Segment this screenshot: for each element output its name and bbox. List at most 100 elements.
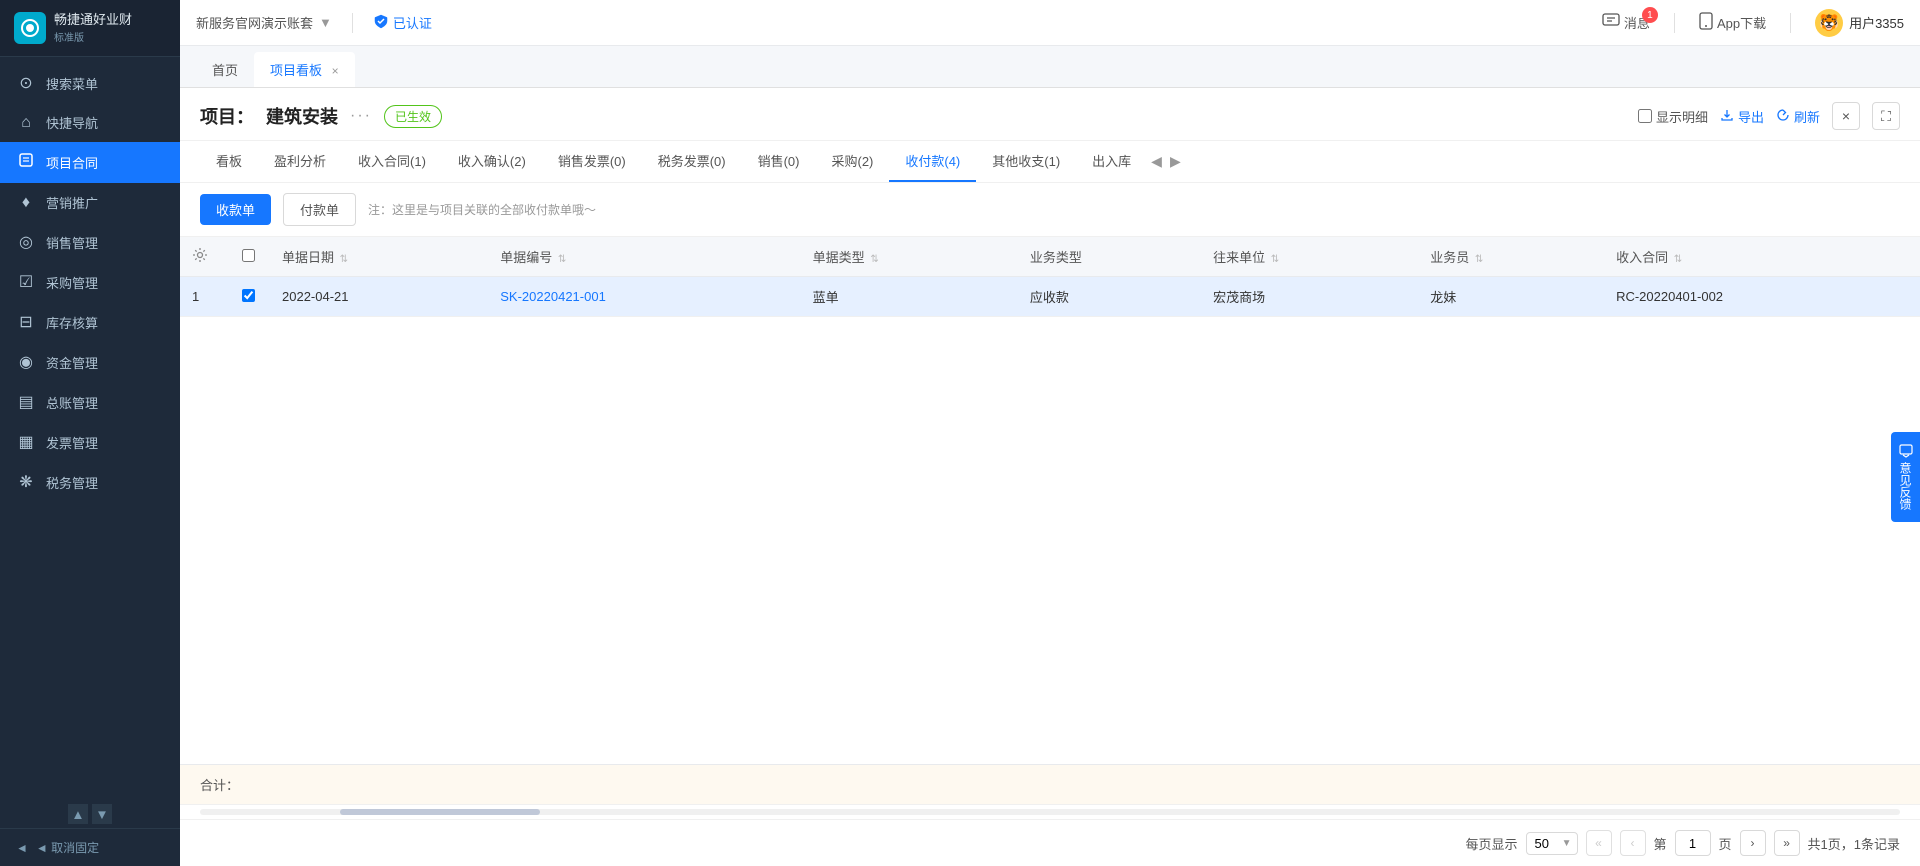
tab-close-icon[interactable]: ×	[332, 64, 339, 78]
sub-tab-sales-invoice[interactable]: 销售发票(0)	[542, 141, 642, 182]
th-checkbox[interactable]	[230, 237, 270, 277]
show-detail-input[interactable]	[1638, 109, 1652, 123]
sub-tab-profit[interactable]: 盈利分析	[258, 141, 342, 182]
tab-home[interactable]: 首页	[196, 52, 254, 87]
tax-icon: ❋	[16, 472, 36, 492]
sidebar-item-inventory[interactable]: ⊟ 库存核算	[0, 302, 180, 342]
user-menu[interactable]: 🐯 用户3355	[1815, 9, 1904, 37]
content-area: 项目： 建筑安装 ··· 已生效 显示明细 导出	[180, 88, 1920, 866]
sidebar-item-project-contract[interactable]: 项目合同	[0, 142, 180, 183]
row-checkbox[interactable]	[242, 289, 255, 302]
last-page-btn[interactable]: »	[1774, 830, 1800, 856]
user-name: 用户3355	[1849, 13, 1904, 32]
th-salesperson[interactable]: 业务员 ⇅	[1418, 237, 1604, 277]
per-page-select-wrapper: 20 50 100 ▼	[1526, 832, 1578, 855]
th-income-contract[interactable]: 收入合同 ⇅	[1604, 237, 1920, 277]
sidebar-item-funds[interactable]: ◉ 资金管理	[0, 342, 180, 382]
status-badge: 已生效	[384, 105, 442, 128]
cancel-fixed-btn[interactable]: ◄ ◄ 取消固定	[0, 828, 180, 866]
page-header-actions: 显示明细 导出	[1638, 102, 1900, 130]
sidebar-item-invoice[interactable]: ▦ 发票管理	[0, 422, 180, 462]
settings-icon	[192, 251, 208, 266]
phone-icon	[1699, 12, 1713, 33]
sort-date-icon: ⇅	[340, 254, 348, 265]
messages-badge: 1	[1642, 7, 1658, 23]
tabbar: 首页 项目看板 ×	[180, 46, 1920, 88]
table-row[interactable]: 1 2022-04-21 SK-20220421-001 蓝单 应收款 宏茂商场…	[180, 277, 1920, 317]
per-page-select[interactable]: 20 50 100	[1526, 832, 1578, 855]
cell-date: 2022-04-21	[270, 277, 488, 317]
show-detail-checkbox[interactable]: 显示明细	[1638, 107, 1708, 126]
sidebar-item-ledger[interactable]: ▤ 总账管理	[0, 382, 180, 422]
sub-tab-board[interactable]: 看板	[200, 141, 258, 182]
th-bill-type[interactable]: 单据类型 ⇅	[801, 237, 1018, 277]
export-btn[interactable]: 导出	[1720, 107, 1764, 126]
export-icon	[1720, 108, 1734, 125]
funds-icon: ◉	[16, 352, 36, 372]
messages-btn[interactable]: 消息 1	[1602, 13, 1650, 32]
sort-salesperson-icon: ⇅	[1475, 254, 1483, 265]
more-options-icon[interactable]: ···	[350, 107, 372, 125]
tab-project-board[interactable]: 项目看板 ×	[254, 52, 355, 87]
account-selector[interactable]: 新服务官网演示账套 ▼	[196, 13, 332, 32]
sidebar-item-label: 搜索菜单	[46, 74, 98, 93]
bill-no-link[interactable]: SK-20220421-001	[500, 289, 606, 304]
sidebar-scroll-down[interactable]: ▼	[92, 804, 112, 824]
sidebar-logo: 畅捷通好业财 标准版	[0, 0, 180, 57]
sidebar-item-purchase[interactable]: ☑ 采购管理	[0, 262, 180, 302]
expand-btn[interactable]: ⛶	[1872, 102, 1900, 130]
pagination: 每页显示 20 50 100 ▼ « ‹ 第 页 › »	[180, 819, 1920, 866]
sub-tab-receipts[interactable]: 收付款(4)	[889, 141, 976, 182]
sidebar: 畅捷通好业财 标准版 ⊙ 搜索菜单 ⌂ 快捷导航 项目合同 ♦ 营销推广	[0, 0, 180, 866]
app-download-btn[interactable]: App下载	[1699, 12, 1766, 33]
th-biz-type[interactable]: 业务类型	[1018, 237, 1201, 277]
table-body: 1 2022-04-21 SK-20220421-001 蓝单 应收款 宏茂商场…	[180, 277, 1920, 317]
th-date[interactable]: 单据日期 ⇅	[270, 237, 488, 277]
sort-billtype-icon: ⇅	[870, 254, 878, 265]
sub-tab-sales[interactable]: 销售(0)	[742, 141, 816, 182]
sub-tab-inout[interactable]: 出入库	[1076, 141, 1147, 182]
data-table: 单据日期 ⇅ 单据编号 ⇅ 单据类型 ⇅ 业务类型	[180, 237, 1920, 317]
sidebar-item-quick-nav[interactable]: ⌂ 快捷导航	[0, 103, 180, 142]
marketing-icon: ♦	[16, 194, 36, 212]
scroll-thumb[interactable]	[340, 809, 540, 815]
table-header-row: 单据日期 ⇅ 单据编号 ⇅ 单据类型 ⇅ 业务类型	[180, 237, 1920, 277]
next-page-btn[interactable]: ›	[1740, 830, 1766, 856]
select-all-checkbox[interactable]	[242, 249, 255, 262]
feedback-btn[interactable]: 意见反馈	[1891, 432, 1920, 522]
current-page-input[interactable]	[1675, 830, 1711, 856]
cell-checkbox[interactable]	[230, 277, 270, 317]
th-bill-no[interactable]: 单据编号 ⇅	[488, 237, 800, 277]
invoice-icon: ▦	[16, 432, 36, 452]
first-page-btn[interactable]: «	[1586, 830, 1612, 856]
sidebar-item-marketing[interactable]: ♦ 营销推广	[0, 183, 180, 222]
account-dropdown-icon[interactable]: ▼	[319, 15, 332, 30]
cell-bill-type: 蓝单	[801, 277, 1018, 317]
prev-page-btn[interactable]: ‹	[1620, 830, 1646, 856]
purchase-icon: ☑	[16, 272, 36, 292]
th-settings[interactable]	[180, 237, 230, 277]
th-partner[interactable]: 往来单位 ⇅	[1201, 237, 1418, 277]
ledger-icon: ▤	[16, 392, 36, 412]
sub-tab-income-confirm[interactable]: 收入确认(2)	[442, 141, 542, 182]
sidebar-item-sales[interactable]: ◎ 销售管理	[0, 222, 180, 262]
payment-filter-btn[interactable]: 付款单	[283, 193, 356, 226]
app-name: 畅捷通好业财	[54, 12, 132, 29]
sub-tab-tax-invoice[interactable]: 税务发票(0)	[642, 141, 742, 182]
per-page-label: 每页显示	[1465, 834, 1517, 853]
scroll-track	[200, 809, 1900, 815]
sub-tab-next-btn[interactable]: ▶	[1166, 149, 1185, 174]
topbar: 新服务官网演示账套 ▼ 已认证 消息 1	[180, 0, 1920, 46]
sidebar-item-search[interactable]: ⊙ 搜索菜单	[0, 63, 180, 103]
receipts-filter-btn[interactable]: 收款单	[200, 194, 271, 225]
sidebar-scroll-up[interactable]: ▲	[68, 804, 88, 824]
sub-tab-income-contract[interactable]: 收入合同(1)	[342, 141, 442, 182]
page-title-prefix: 项目：	[200, 103, 254, 129]
refresh-btn[interactable]: 刷新	[1776, 107, 1820, 126]
filter-bar: 收款单 付款单 注：这里是与项目关联的全部收付款单哦～	[180, 183, 1920, 237]
sub-tab-prev-btn[interactable]: ◀	[1147, 149, 1166, 174]
close-btn[interactable]: ×	[1832, 102, 1860, 130]
sub-tab-purchase[interactable]: 采购(2)	[815, 141, 889, 182]
sidebar-item-tax[interactable]: ❋ 税务管理	[0, 462, 180, 502]
sub-tab-other-expenses[interactable]: 其他收支(1)	[976, 141, 1076, 182]
